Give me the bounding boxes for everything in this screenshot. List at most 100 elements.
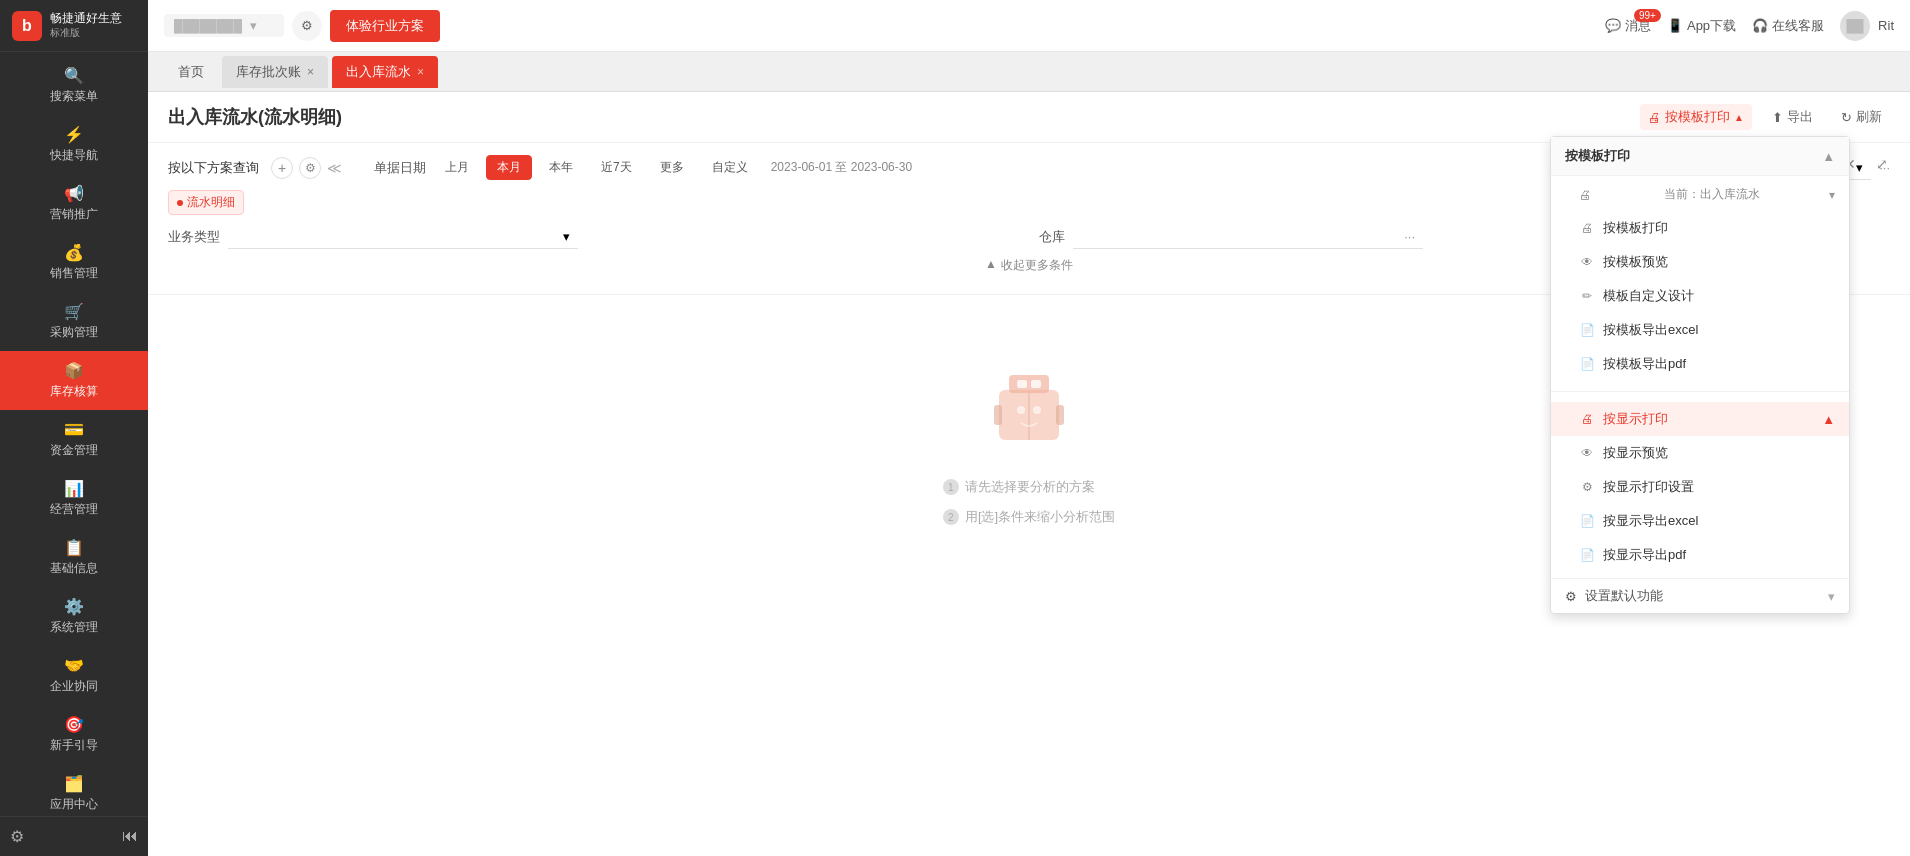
warehouse-more[interactable]: ···: [1404, 229, 1415, 244]
dropdown-item-template-print[interactable]: 🖨 按模板打印: [1551, 211, 1849, 245]
nav-label-apps: 应用中心: [50, 796, 98, 813]
sidebar: b 畅捷通好生意 标准版 🔍 搜索菜单 ⚡ 快捷导航 📢 营销推广 💰 销售管理…: [0, 0, 148, 856]
current-icon: 🖨: [1579, 188, 1591, 202]
display-settings-label: 按显示打印设置: [1603, 478, 1694, 496]
logo-text: 畅捷通好生意 标准版: [50, 11, 122, 41]
search-collapse-button[interactable]: ≪: [327, 160, 342, 176]
date-chip-this_year[interactable]: 本年: [538, 155, 584, 180]
nav-label-guide: 新手引导: [50, 737, 98, 754]
print-icon: 🖨: [1648, 110, 1661, 125]
dropdown-item-template-pdf[interactable]: 📄 按模板导出pdf: [1551, 347, 1849, 381]
app-name: 畅捷通好生意: [50, 11, 122, 27]
avatar-placeholder: ██: [1847, 19, 1864, 33]
sidebar-item-system[interactable]: ⚙️ 系统管理: [0, 587, 148, 646]
sidebar-item-finance[interactable]: 💳 资金管理: [0, 410, 148, 469]
online-service-button[interactable]: 🎧 在线客服: [1752, 17, 1824, 35]
sidebar-item-operation[interactable]: 📊 经营管理: [0, 469, 148, 528]
business-type-select[interactable]: ▾: [228, 225, 578, 249]
svg-rect-1: [1009, 375, 1049, 393]
tab-flow[interactable]: 出入库流水 ×: [332, 56, 438, 88]
nav-icon-shortcut: ⚡: [64, 125, 84, 144]
template-preview-label: 按模板预览: [1603, 253, 1668, 271]
sidebar-item-enterprise[interactable]: 🤝 企业协同: [0, 646, 148, 705]
collapse-up-icon: ▲: [985, 257, 997, 274]
dropdown-item-display-excel[interactable]: 📄 按显示导出excel: [1551, 504, 1849, 538]
svg-point-7: [1017, 406, 1025, 414]
dropdown-item-display-settings[interactable]: ⚙ 按显示打印设置: [1551, 470, 1849, 504]
tab-flow-close[interactable]: ×: [417, 65, 424, 79]
empty-tips: 1 请先选择要分析的方案 2 用[选]条件来缩小分析范围: [943, 475, 1115, 529]
dropdown-item-template-custom[interactable]: ✏ 模板自定义设计: [1551, 279, 1849, 313]
sidebar-item-apps[interactable]: 🗂️ 应用中心: [0, 764, 148, 816]
dropdown-item-template-preview[interactable]: 👁 按模板预览: [1551, 245, 1849, 279]
sidebar-nav: 🔍 搜索菜单 ⚡ 快捷导航 📢 营销推广 💰 销售管理 🛒 采购管理 📦 库存核…: [0, 52, 148, 816]
svg-rect-6: [1056, 405, 1064, 425]
date-chip-last_7[interactable]: 近7天: [590, 155, 643, 180]
template-pdf-icon: 📄: [1579, 356, 1595, 372]
date-chip-this_month[interactable]: 本月: [486, 155, 532, 180]
settings-button[interactable]: ⚙: [292, 11, 322, 41]
dropdown-item-display-print[interactable]: 🖨 按显示打印 ▲: [1551, 402, 1849, 436]
nav-icon-purchase: 🛒: [64, 302, 84, 321]
display-preview-icon: 👁: [1579, 445, 1595, 461]
date-chip-custom[interactable]: 自定义: [701, 155, 759, 180]
sidebar-item-search[interactable]: 🔍 搜索菜单: [0, 56, 148, 115]
user-profile[interactable]: ██ Rit: [1840, 11, 1894, 41]
sidebar-item-sales[interactable]: 💰 销售管理: [0, 233, 148, 292]
trial-button[interactable]: 体验行业方案: [330, 10, 440, 42]
nav-icon-apps: 🗂️: [64, 774, 84, 793]
collapse-more-label: 收起更多条件: [1001, 257, 1073, 274]
message-badge: 99+: [1634, 9, 1661, 22]
settings-icon[interactable]: ⚙: [10, 827, 24, 846]
svg-point-8: [1033, 406, 1041, 414]
dropdown-item-display-pdf[interactable]: 📄 按显示导出pdf: [1551, 538, 1849, 572]
warehouse-select[interactable]: ···: [1073, 225, 1423, 249]
nav-label-basic: 基础信息: [50, 560, 98, 577]
date-filter-group: 单据日期 上月本月本年近7天更多自定义 2023-06-01 至 2023-06…: [374, 155, 912, 180]
sidebar-item-marketing[interactable]: 📢 营销推广: [0, 174, 148, 233]
sidebar-item-basic[interactable]: 📋 基础信息: [0, 528, 148, 587]
set-default-label: 设置默认功能: [1585, 587, 1663, 605]
print-button[interactable]: 🖨 按模板打印 ▲: [1640, 104, 1752, 130]
date-chip-more[interactable]: 更多: [649, 155, 695, 180]
refresh-button[interactable]: ↻ 刷新: [1833, 104, 1890, 130]
export-label: 导出: [1787, 108, 1813, 126]
print-label: 按模板打印: [1665, 108, 1730, 126]
export-icon: ⬆: [1772, 110, 1783, 125]
tab-inventory-batch[interactable]: 库存批次账 ×: [222, 56, 328, 88]
refresh-icon: ↻: [1841, 110, 1852, 125]
search-settings-button[interactable]: ⚙: [299, 157, 321, 179]
nav-icon-sales: 💰: [64, 243, 84, 262]
search-controls: + ⚙ ≪: [271, 157, 342, 179]
dropdown-item-display-preview[interactable]: 👁 按显示预览: [1551, 436, 1849, 470]
main-container: ████████ ▾ ⚙ 体验行业方案 💬 消息 99+ 📱 App下载 🎧 在…: [148, 0, 1910, 856]
dropdown-current: 🖨 当前：出入库流水 ▾: [1551, 182, 1849, 211]
tab-inventory-batch-close[interactable]: ×: [307, 65, 314, 79]
dropdown-footer[interactable]: ⚙ 设置默认功能 ▾: [1551, 578, 1849, 613]
maximize-window-btn[interactable]: ⤢: [1870, 152, 1894, 176]
nav-label-purchase: 采购管理: [50, 324, 98, 341]
nav-label-enterprise: 企业协同: [50, 678, 98, 695]
nav-icon-enterprise: 🤝: [64, 656, 84, 675]
sidebar-item-purchase[interactable]: 🛒 采购管理: [0, 292, 148, 351]
search-add-button[interactable]: +: [271, 157, 293, 179]
sidebar-item-guide[interactable]: 🎯 新手引导: [0, 705, 148, 764]
tab-home[interactable]: 首页: [164, 56, 218, 88]
dropdown-item-template-excel[interactable]: 📄 按模板导出excel: [1551, 313, 1849, 347]
export-button[interactable]: ⬆ 导出: [1764, 104, 1821, 130]
active-filter-label: 流水明细: [187, 194, 235, 211]
date-chip-last_month[interactable]: 上月: [434, 155, 480, 180]
svg-rect-5: [994, 405, 1002, 425]
user-selector[interactable]: ████████ ▾: [164, 14, 284, 37]
dropdown-template-section: 🖨 当前：出入库流水 ▾ 🖨 按模板打印 👁 按模板预览 ✏ 模板自定义设计: [1551, 176, 1849, 387]
active-filter-tag[interactable]: 流水明细: [168, 190, 244, 215]
app-download-button[interactable]: 📱 App下载: [1667, 17, 1736, 35]
nav-icon-inventory: 📦: [64, 361, 84, 380]
tab-inventory-batch-label: 库存批次账: [236, 63, 301, 81]
tab-home-label: 首页: [178, 63, 204, 81]
message-button[interactable]: 💬 消息 99+: [1605, 17, 1651, 35]
sidebar-item-shortcut[interactable]: ⚡ 快捷导航: [0, 115, 148, 174]
collapse-sidebar-icon[interactable]: ⏮: [122, 827, 138, 846]
display-excel-icon: 📄: [1579, 513, 1595, 529]
sidebar-item-inventory[interactable]: 📦 库存核算: [0, 351, 148, 410]
